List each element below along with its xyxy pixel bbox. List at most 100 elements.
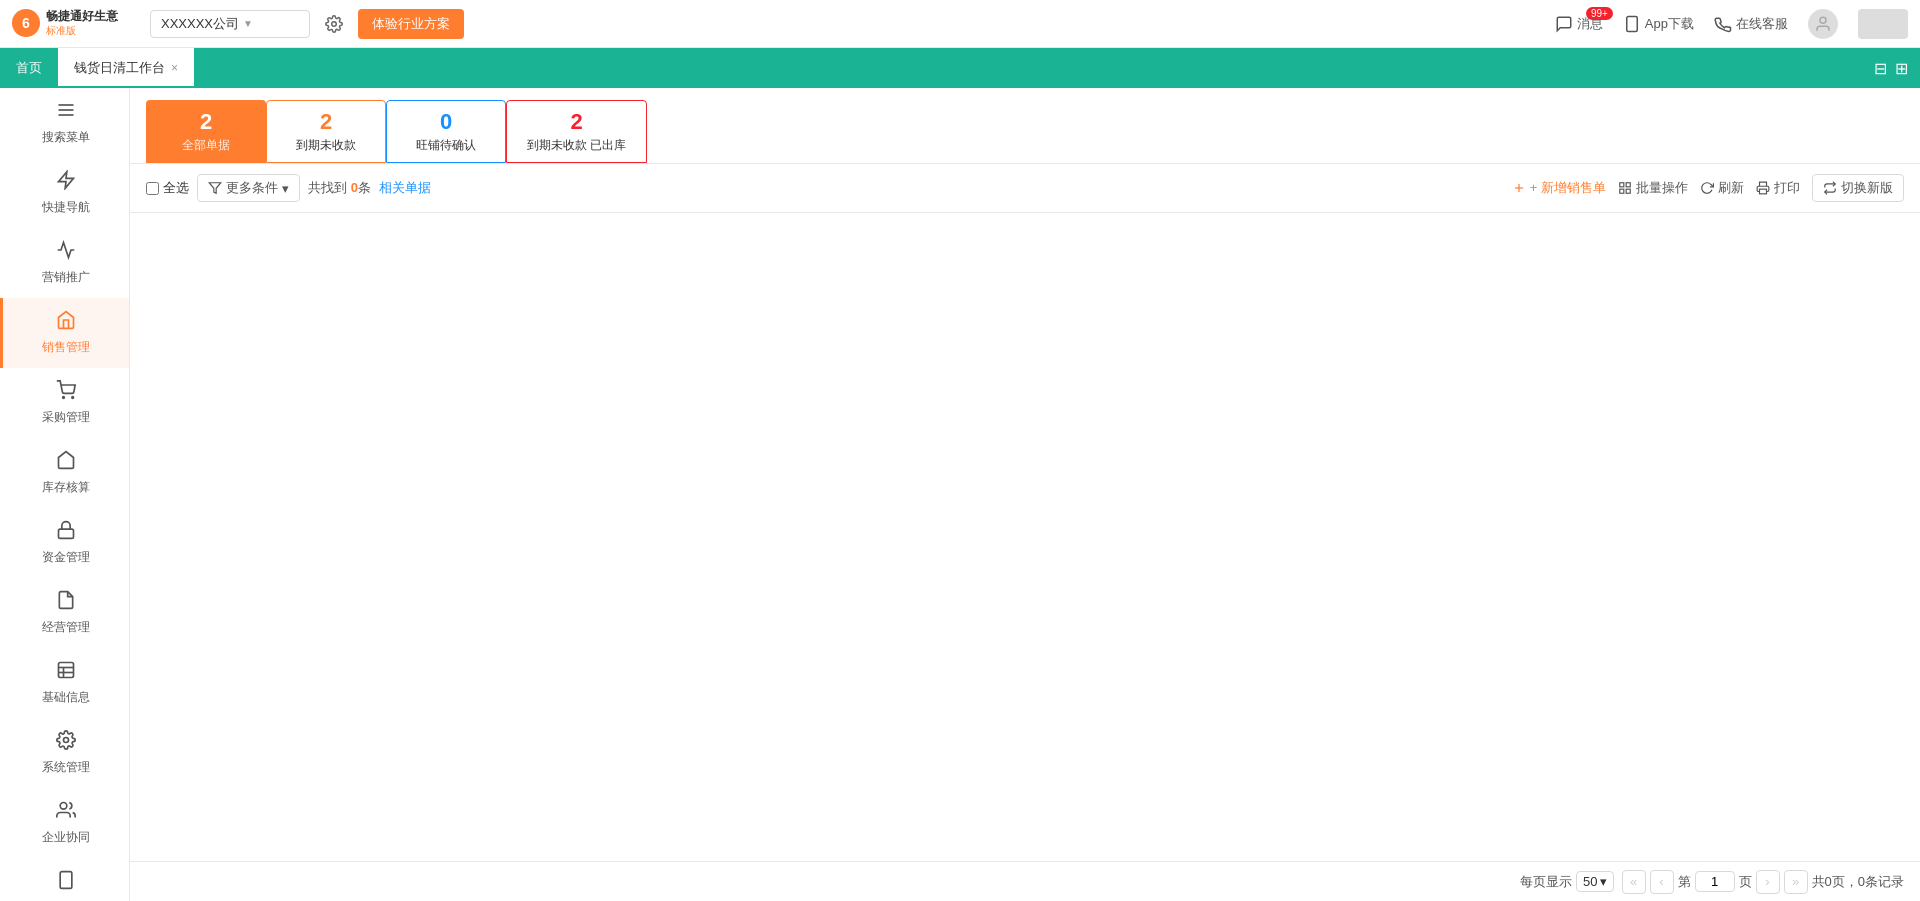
page-size-dropdown[interactable]: 50 ▾ bbox=[1576, 871, 1613, 892]
enterprise-icon bbox=[56, 800, 76, 825]
related-orders-link[interactable]: 相关单据 bbox=[379, 179, 431, 197]
toolbar-right: + 新增销售单 批量操作 刷新 bbox=[1512, 174, 1904, 202]
quick-nav-icon bbox=[56, 170, 76, 195]
filter-icon bbox=[208, 181, 222, 195]
avatar[interactable] bbox=[1808, 9, 1838, 39]
print-button[interactable]: 打印 bbox=[1756, 179, 1800, 197]
page-size-select: 每页显示 50 ▾ bbox=[1520, 871, 1613, 892]
experience-button[interactable]: 体验行业方案 bbox=[358, 9, 464, 39]
stats-tabs: 2 全部单据 2 到期未收款 0 旺铺待确认 2 到期未收款 已出库 bbox=[130, 88, 1920, 164]
stat-label-shipped: 到期未收款 已出库 bbox=[527, 137, 626, 154]
svg-marker-18 bbox=[209, 183, 221, 194]
svg-marker-7 bbox=[59, 172, 74, 189]
tab-workbench[interactable]: 钱货日清工作台 × bbox=[58, 48, 194, 88]
stat-label-all: 全部单据 bbox=[167, 137, 245, 154]
sidebar-label: 资金管理 bbox=[42, 549, 90, 566]
company-selector[interactable]: XXXXXX公司 ▼ bbox=[150, 10, 310, 38]
marketing-icon bbox=[56, 240, 76, 265]
select-all-checkbox[interactable]: 全选 bbox=[146, 179, 189, 197]
switch-label: 切换新版 bbox=[1841, 179, 1893, 197]
online-service-button[interactable]: 在线客服 bbox=[1714, 15, 1788, 33]
messages-badge: 99+ bbox=[1586, 7, 1613, 20]
svg-rect-21 bbox=[1620, 183, 1624, 187]
header-right: 消息 99+ App下载 在线客服 bbox=[1555, 9, 1908, 39]
logo-text: 畅捷通好生意 bbox=[46, 9, 118, 23]
sidebar-item-inventory[interactable]: 库存核算 bbox=[0, 438, 129, 508]
per-page-label: 每页显示 bbox=[1520, 873, 1572, 891]
more-conditions-button[interactable]: 更多条件 ▾ bbox=[197, 174, 300, 202]
sidebar-item-basic-info[interactable]: 基础信息 bbox=[0, 648, 129, 718]
tab-close-icon[interactable]: × bbox=[171, 61, 178, 75]
refresh-label: 刷新 bbox=[1718, 179, 1744, 197]
svg-rect-17 bbox=[60, 872, 72, 889]
stat-tab-shipped[interactable]: 2 到期未收款 已出库 bbox=[506, 100, 647, 163]
sidebar-item-finance[interactable]: 资金管理 bbox=[0, 508, 129, 578]
first-page-button[interactable]: « bbox=[1622, 870, 1646, 894]
refresh-button[interactable]: 刷新 bbox=[1700, 179, 1744, 197]
svg-rect-11 bbox=[59, 663, 74, 678]
sidebar-label: 快捷导航 bbox=[42, 199, 90, 216]
content-area: 2 全部单据 2 到期未收款 0 旺铺待确认 2 到期未收款 已出库 全选 bbox=[130, 88, 1920, 901]
minimize-button[interactable]: ⊟ bbox=[1874, 59, 1887, 78]
svg-rect-10 bbox=[59, 529, 74, 538]
purchase-icon bbox=[56, 380, 76, 405]
pagination: 每页显示 50 ▾ « ‹ 第 页 › » 共0页，0条记录 bbox=[130, 861, 1920, 901]
found-text: 共找到 0条 bbox=[308, 179, 371, 197]
guide-icon bbox=[56, 870, 76, 895]
stat-number-pending: 0 bbox=[407, 109, 485, 135]
settings-button[interactable] bbox=[318, 8, 350, 40]
page-input[interactable] bbox=[1695, 871, 1735, 892]
svg-point-9 bbox=[72, 397, 74, 399]
sidebar-item-operation[interactable]: 经营管理 bbox=[0, 578, 129, 648]
messages-button[interactable]: 消息 99+ bbox=[1555, 15, 1603, 33]
sidebar-item-search-menu[interactable]: 搜索菜单 bbox=[0, 88, 129, 158]
next-page-button[interactable]: › bbox=[1756, 870, 1780, 894]
svg-point-16 bbox=[60, 803, 67, 810]
stat-tab-all[interactable]: 2 全部单据 bbox=[146, 100, 266, 163]
tab-home[interactable]: 首页 bbox=[0, 48, 58, 88]
sidebar-item-system[interactable]: 系统管理 bbox=[0, 718, 129, 788]
sidebar: 搜索菜单 快捷导航 营销推广 销售管理 bbox=[0, 88, 130, 901]
svg-rect-25 bbox=[1760, 189, 1767, 194]
app-download-button[interactable]: App下载 bbox=[1623, 15, 1694, 33]
plus-icon bbox=[1512, 181, 1526, 195]
sidebar-item-marketing[interactable]: 营销推广 bbox=[0, 228, 129, 298]
sidebar-item-quick-nav[interactable]: 快捷导航 bbox=[0, 158, 129, 228]
toolbar-left: 全选 更多条件 ▾ 共找到 0条 相关单据 bbox=[146, 174, 1504, 202]
online-service-label: 在线客服 bbox=[1736, 15, 1788, 33]
tab-bar: 首页 钱货日清工作台 × ⊟ ⊞ bbox=[0, 48, 1920, 88]
select-all-input[interactable] bbox=[146, 182, 159, 195]
sidebar-label: 系统管理 bbox=[42, 759, 90, 776]
batch-ops-button[interactable]: 批量操作 bbox=[1618, 179, 1688, 197]
sidebar-label: 销售管理 bbox=[42, 339, 90, 356]
sidebar-item-sales[interactable]: 销售管理 bbox=[0, 298, 129, 368]
table-area bbox=[130, 213, 1920, 861]
page-size-value: 50 bbox=[1583, 874, 1597, 889]
logo-sub: 标准版 bbox=[46, 24, 118, 38]
stat-tab-overdue[interactable]: 2 到期未收款 bbox=[266, 100, 386, 163]
page-nav: « ‹ 第 页 › » 共0页，0条记录 bbox=[1622, 870, 1904, 894]
switch-version-button[interactable]: 切换新版 bbox=[1812, 174, 1904, 202]
new-sales-button[interactable]: + 新增销售单 bbox=[1512, 179, 1606, 197]
sidebar-item-purchase[interactable]: 采购管理 bbox=[0, 368, 129, 438]
user-name-area bbox=[1858, 9, 1908, 39]
switch-icon bbox=[1823, 181, 1837, 195]
last-page-button[interactable]: » bbox=[1784, 870, 1808, 894]
toolbar: 全选 更多条件 ▾ 共找到 0条 相关单据 bbox=[130, 164, 1920, 213]
print-icon bbox=[1756, 181, 1770, 195]
sidebar-label: 企业协同 bbox=[42, 829, 90, 846]
sidebar-item-guide[interactable]: 新手引导 bbox=[0, 858, 129, 901]
maximize-button[interactable]: ⊞ bbox=[1895, 59, 1908, 78]
stat-tab-pending[interactable]: 0 旺铺待确认 bbox=[386, 100, 506, 163]
app-download-label: App下载 bbox=[1645, 15, 1694, 33]
svg-rect-24 bbox=[1620, 189, 1624, 193]
sidebar-label: 库存核算 bbox=[42, 479, 90, 496]
sidebar-label: 经营管理 bbox=[42, 619, 90, 636]
logo-area: 6 畅捷通好生意 标准版 bbox=[12, 9, 142, 37]
prev-page-button[interactable]: ‹ bbox=[1650, 870, 1674, 894]
stat-label-pending: 旺铺待确认 bbox=[407, 137, 485, 154]
sidebar-item-enterprise[interactable]: 企业协同 bbox=[0, 788, 129, 858]
batch-icon bbox=[1618, 181, 1632, 195]
select-all-label: 全选 bbox=[163, 179, 189, 197]
sidebar-label: 基础信息 bbox=[42, 689, 90, 706]
